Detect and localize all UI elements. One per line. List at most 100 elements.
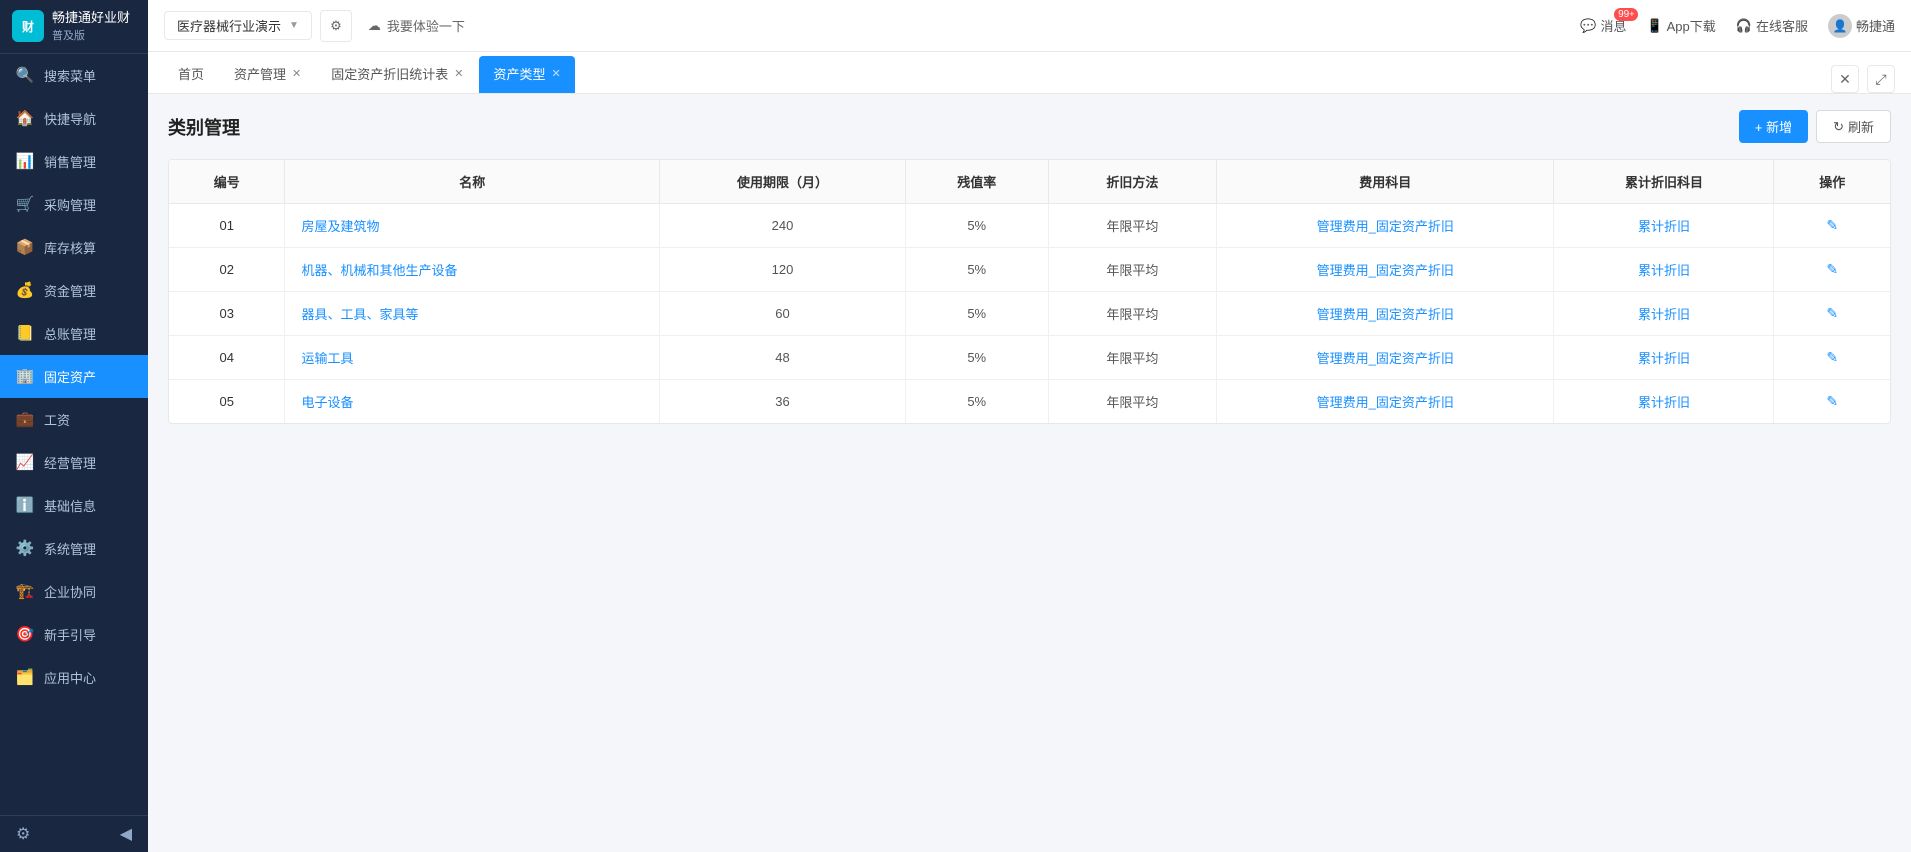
cell-residual-rate-0: 5%: [905, 204, 1048, 248]
cell-depreciation-method-1: 年限平均: [1048, 248, 1216, 292]
tab-depreciation-stats[interactable]: 固定资产折旧统计表 ✕: [317, 56, 477, 93]
tab-bar-actions: ✕ ⤢: [1831, 65, 1895, 93]
sidebar-item-label: 企业协同: [44, 582, 96, 601]
tab-bar: 首页 资产管理 ✕ 固定资产折旧统计表 ✕ 资产类型 ✕ ✕ ⤢: [148, 52, 1911, 94]
page-actions: + 新增 ↻ 刷新: [1739, 110, 1891, 143]
app-logo: 财 畅捷通好业财 普及版: [0, 0, 148, 54]
app-download-icon: 📱: [1646, 18, 1662, 34]
sidebar-item-inventory[interactable]: 📦 库存核算: [0, 226, 148, 269]
cell-operation-1[interactable]: ✎: [1774, 248, 1890, 292]
sidebar-item-label: 系统管理: [44, 539, 96, 558]
sidebar-item-label: 固定资产: [44, 367, 96, 386]
cell-accum-depreciation-3[interactable]: 累计折旧: [1554, 336, 1774, 380]
cell-depreciation-method-2: 年限平均: [1048, 292, 1216, 336]
data-table: 编号 名称 使用期限（月） 残值率 折旧方法 费用科目 累计折旧科目 操作 01…: [168, 159, 1891, 424]
tab-asset-type-close[interactable]: ✕: [552, 67, 561, 80]
sidebar-item-label: 资金管理: [44, 281, 96, 300]
sidebar-item-capital[interactable]: 💰 资金管理: [0, 269, 148, 312]
cell-usage-period-3: 48: [660, 336, 906, 380]
capital-icon: 💰: [16, 281, 34, 299]
cell-name-3[interactable]: 运输工具: [285, 336, 660, 380]
cell-expense-subject-3[interactable]: 管理费用_固定资产折旧: [1217, 336, 1554, 380]
topbar-settings-button[interactable]: ⚙: [320, 10, 352, 42]
cell-code-0: 01: [169, 204, 285, 248]
col-header-code: 编号: [169, 160, 285, 204]
user-avatar-icon: 👤: [1828, 14, 1852, 38]
cell-name-0[interactable]: 房屋及建筑物: [285, 204, 660, 248]
cell-operation-2[interactable]: ✎: [1774, 292, 1890, 336]
ledger-icon: 📒: [16, 324, 34, 342]
sidebar-item-apps[interactable]: 🗂️ 应用中心: [0, 656, 148, 699]
module-selector[interactable]: 医疗器械行业演示 ▼: [164, 11, 312, 40]
inventory-icon: 📦: [16, 238, 34, 256]
sidebar-item-purchase[interactable]: 🛒 采购管理: [0, 183, 148, 226]
experience-button[interactable]: ☁ 我要体验一下: [368, 16, 465, 35]
app-download-button[interactable]: 📱 App下载: [1646, 16, 1715, 35]
online-service-button[interactable]: 🎧 在线客服: [1736, 16, 1808, 35]
page-header: 类别管理 + 新增 ↻ 刷新: [168, 110, 1891, 143]
cell-depreciation-method-3: 年限平均: [1048, 336, 1216, 380]
cell-accum-depreciation-1[interactable]: 累计折旧: [1554, 248, 1774, 292]
new-button[interactable]: + 新增: [1739, 110, 1808, 143]
sidebar-item-label: 应用中心: [44, 668, 96, 687]
cell-name-4[interactable]: 电子设备: [285, 380, 660, 424]
sidebar-collapse-icon[interactable]: ◀: [120, 824, 132, 844]
sidebar-item-enterprise[interactable]: 🏗️ 企业协同: [0, 570, 148, 613]
sidebar-item-operations[interactable]: 📈 经营管理: [0, 441, 148, 484]
topbar-right: 💬 消息 99+ 📱 App下载 🎧 在线客服 👤 畅捷通: [1580, 14, 1895, 38]
cell-expense-subject-2[interactable]: 管理费用_固定资产折旧: [1217, 292, 1554, 336]
logo-icon: 财: [12, 10, 44, 42]
cell-expense-subject-4[interactable]: 管理费用_固定资产折旧: [1217, 380, 1554, 424]
guide-icon: 🎯: [16, 625, 34, 643]
tab-depreciation-stats-close[interactable]: ✕: [454, 67, 463, 80]
sidebar-item-fixed-assets[interactable]: 🏢 固定资产: [0, 355, 148, 398]
cell-expense-subject-0[interactable]: 管理费用_固定资产折旧: [1217, 204, 1554, 248]
sidebar-item-guide[interactable]: 🎯 新手引导: [0, 613, 148, 656]
tab-close-button[interactable]: ✕: [1831, 65, 1859, 93]
sidebar-item-label: 采购管理: [44, 195, 96, 214]
tab-asset-mgmt-label: 资产管理: [234, 64, 286, 83]
sidebar-bottom: ⚙ ◀: [0, 815, 148, 852]
tab-home[interactable]: 首页: [164, 56, 218, 93]
tab-asset-type[interactable]: 资产类型 ✕: [479, 56, 574, 93]
fixed-assets-icon: 🏢: [16, 367, 34, 385]
cell-operation-3[interactable]: ✎: [1774, 336, 1890, 380]
cell-accum-depreciation-4[interactable]: 累计折旧: [1554, 380, 1774, 424]
operations-icon: 📈: [16, 453, 34, 471]
sidebar-item-quick-nav[interactable]: 🏠 快捷导航: [0, 97, 148, 140]
logo-text: 畅捷通好业财: [52, 10, 130, 27]
tab-asset-mgmt-close[interactable]: ✕: [292, 67, 301, 80]
cell-accum-depreciation-2[interactable]: 累计折旧: [1554, 292, 1774, 336]
sidebar-item-payroll[interactable]: 💼 工资: [0, 398, 148, 441]
cell-name-2[interactable]: 器具、工具、家具等: [285, 292, 660, 336]
cell-residual-rate-1: 5%: [905, 248, 1048, 292]
cell-name-1[interactable]: 机器、机械和其他生产设备: [285, 248, 660, 292]
user-button[interactable]: 👤 畅捷通: [1828, 14, 1895, 38]
sidebar-item-label: 基础信息: [44, 496, 96, 515]
sidebar-item-system[interactable]: ⚙️ 系统管理: [0, 527, 148, 570]
refresh-button[interactable]: ↻ 刷新: [1816, 110, 1891, 143]
online-service-icon: 🎧: [1736, 18, 1752, 34]
refresh-icon: ↻: [1833, 119, 1844, 135]
cell-code-3: 04: [169, 336, 285, 380]
col-header-usage-period: 使用期限（月）: [660, 160, 906, 204]
tab-depreciation-stats-label: 固定资产折旧统计表: [331, 64, 448, 83]
sidebar-item-ledger[interactable]: 📒 总账管理: [0, 312, 148, 355]
message-button[interactable]: 💬 消息 99+: [1580, 16, 1626, 35]
sidebar-item-basic-info[interactable]: ℹ️ 基础信息: [0, 484, 148, 527]
sidebar-item-search[interactable]: 🔍 搜索菜单: [0, 54, 148, 97]
col-header-accum-depreciation: 累计折旧科目: [1554, 160, 1774, 204]
cell-accum-depreciation-0[interactable]: 累计折旧: [1554, 204, 1774, 248]
search-icon: 🔍: [16, 66, 34, 84]
cell-operation-4[interactable]: ✎: [1774, 380, 1890, 424]
user-name: 畅捷通: [1856, 16, 1895, 35]
tab-asset-mgmt[interactable]: 资产管理 ✕: [220, 56, 315, 93]
tab-expand-button[interactable]: ⤢: [1867, 65, 1895, 93]
cell-operation-0[interactable]: ✎: [1774, 204, 1890, 248]
sidebar-item-sales[interactable]: 📊 销售管理: [0, 140, 148, 183]
cell-usage-period-2: 60: [660, 292, 906, 336]
apps-icon: 🗂️: [16, 668, 34, 686]
cell-residual-rate-2: 5%: [905, 292, 1048, 336]
sidebar-settings-icon[interactable]: ⚙: [16, 824, 30, 844]
cell-expense-subject-1[interactable]: 管理费用_固定资产折旧: [1217, 248, 1554, 292]
